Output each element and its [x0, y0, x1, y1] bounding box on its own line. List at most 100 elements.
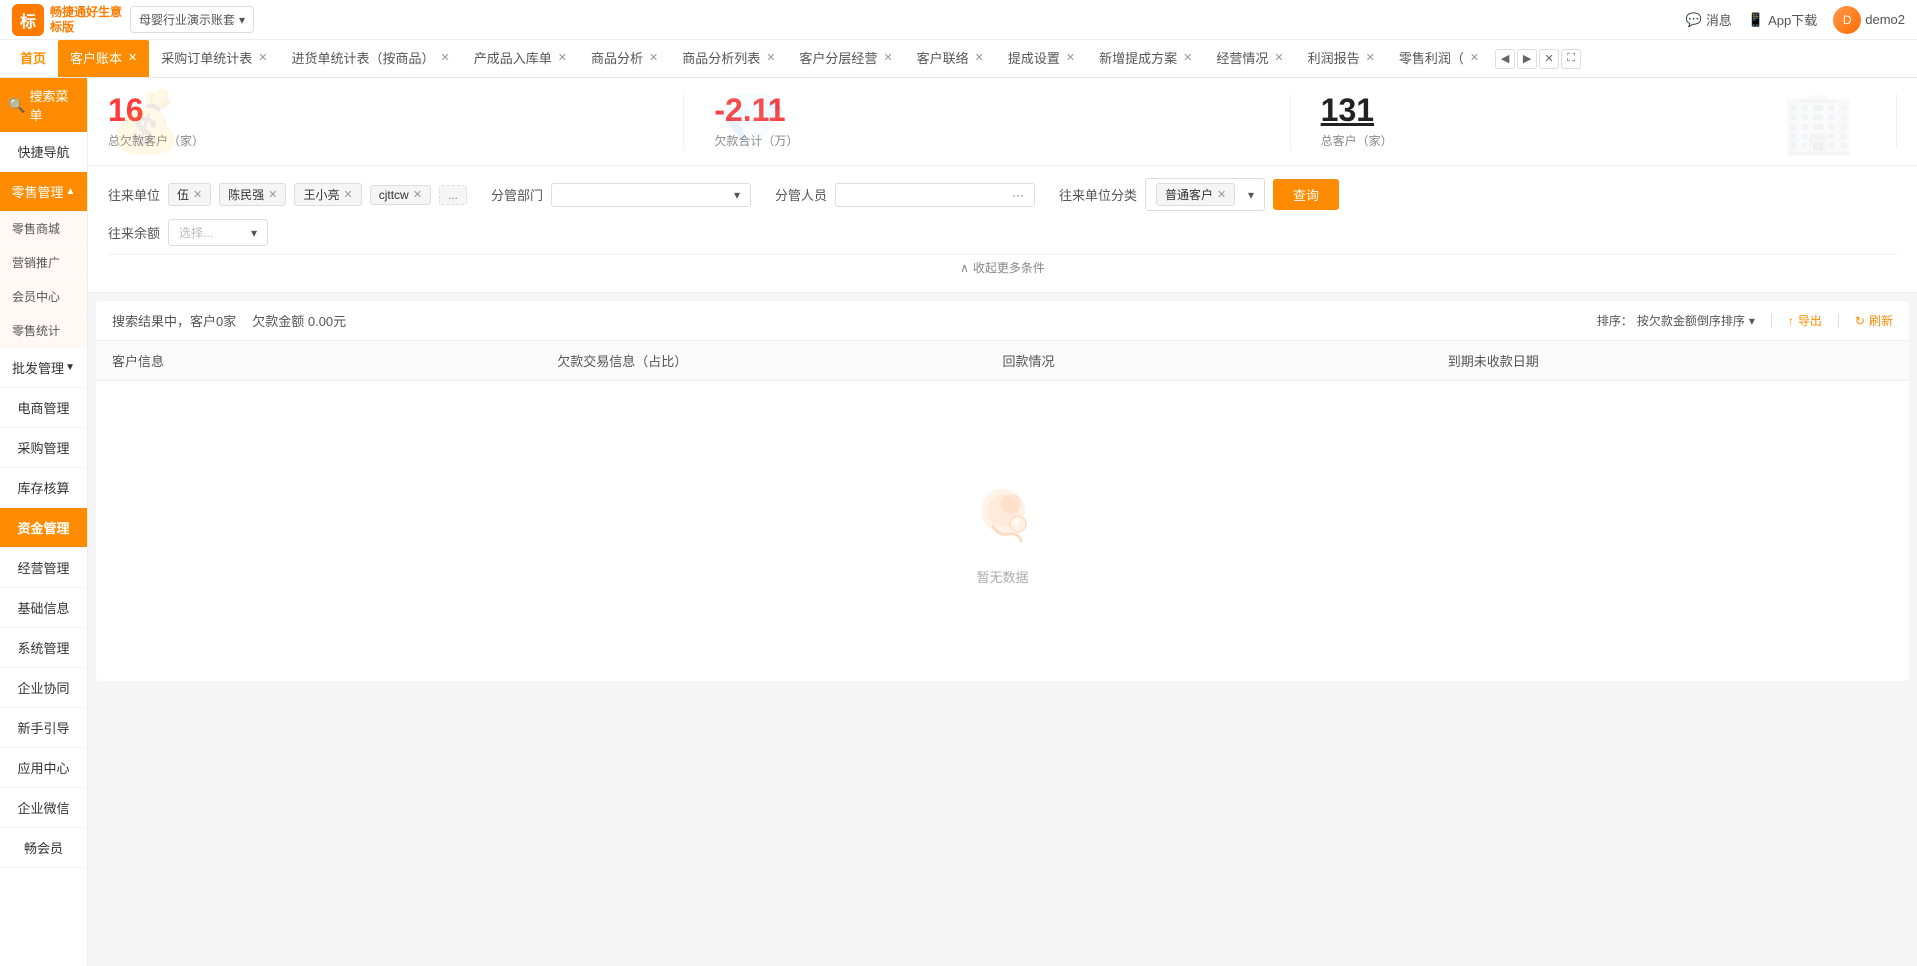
tab-close-icon[interactable]: ✕ [441, 51, 450, 64]
chevron-down-icon: ▾ [251, 226, 257, 240]
remove-category-tag-icon[interactable]: ✕ [1217, 188, 1226, 201]
sidebar-item-retail-stat[interactable]: 零售统计 [0, 314, 87, 348]
filter-tag-more[interactable]: ... [439, 185, 467, 205]
app-download-button[interactable]: 📱 App下载 [1748, 10, 1817, 29]
remove-tag-icon[interactable]: ✕ [193, 188, 202, 201]
collapse-button[interactable]: ∧ 收起更多条件 [948, 255, 1057, 280]
sidebar-item-purchase[interactable]: 采购管理 [0, 428, 87, 468]
message-button[interactable]: 💬 消息 [1686, 10, 1732, 29]
sidebar-item-member[interactable]: 会员中心 [0, 280, 87, 314]
col-header-due-date: 到期未收款日期 [1448, 351, 1893, 370]
sidebar-item-guide[interactable]: 新手引导 [0, 708, 87, 748]
sidebar-item-ecommerce[interactable]: 电商管理 [0, 388, 87, 428]
balance-input[interactable]: 选择... ▾ [168, 219, 268, 246]
person-select[interactable]: ··· [835, 183, 1035, 207]
filter-tag-unit3[interactable]: 王小亮 ✕ [294, 183, 361, 206]
stat-value-total: 131 [1321, 94, 1374, 126]
col-header-customer: 客户信息 [112, 351, 557, 370]
filter-tag-category[interactable]: 普通客户 ✕ [1156, 183, 1235, 206]
remove-tag-icon[interactable]: ✕ [268, 188, 277, 201]
filter-tag-unit4[interactable]: cjttcw ✕ [370, 185, 431, 205]
table-toolbar: 搜索结果中，客户0家 欠款金额 0.00元 排序： 按欠款金额倒序排序 ▾ ↑ … [96, 301, 1909, 341]
tab-add-commission[interactable]: 新增提成方案 ✕ [1087, 40, 1204, 78]
sidebar-item-wholesale[interactable]: 批发管理 ▼ [0, 348, 87, 388]
sidebar-item-retail[interactable]: 零售管理 ▲ [0, 172, 87, 212]
filter-tag-unit1[interactable]: 伍 ✕ [168, 183, 211, 206]
tab-account[interactable]: 客户账本 ✕ [58, 40, 149, 78]
nav-expand[interactable]: ⛶ [1561, 49, 1581, 69]
sidebar-item-system[interactable]: 系统管理 [0, 628, 87, 668]
export-icon: ↑ [1788, 314, 1794, 328]
tab-purchase-stat[interactable]: 采购订单统计表 ✕ [149, 40, 279, 78]
tab-close-icon[interactable]: ✕ [1470, 51, 1479, 64]
tab-retail-profit[interactable]: 零售利润（ ✕ [1387, 40, 1491, 78]
sidebar-item-finance[interactable]: 资金管理 [0, 508, 87, 548]
chevron-down-icon: ▾ [734, 188, 740, 202]
tab-close-icon[interactable]: ✕ [649, 51, 658, 64]
tab-operation[interactable]: 经营情况 ✕ [1204, 40, 1295, 78]
tab-close-icon[interactable]: ✕ [1366, 51, 1375, 64]
tab-goods-analysis[interactable]: 商品分析 ✕ [579, 40, 670, 78]
refresh-button[interactable]: ↻ 刷新 [1855, 312, 1893, 329]
sidebar-item-wechat[interactable]: 企业微信 [0, 788, 87, 828]
tab-close-icon[interactable]: ✕ [1066, 51, 1075, 64]
tab-close-icon[interactable]: ✕ [883, 51, 892, 64]
sort-select[interactable]: 排序： 按欠款金额倒序排序 ▾ [1597, 312, 1755, 329]
empty-illustration [963, 476, 1043, 559]
diamond-bg-icon: 💎 [714, 88, 789, 155]
table-body-empty: 暂无数据 [96, 381, 1909, 681]
sidebar-item-marketing[interactable]: 营销推广 [0, 246, 87, 280]
nav-close-all[interactable]: ✕ [1539, 49, 1559, 69]
remove-tag-icon[interactable]: ✕ [413, 188, 422, 201]
refresh-icon: ↻ [1855, 314, 1865, 328]
message-icon: 💬 [1686, 12, 1702, 28]
phone-icon: 📱 [1748, 12, 1764, 28]
divider [1771, 314, 1772, 328]
chevron-down-icon: ▾ [1248, 188, 1254, 202]
logo-icon: 标 [12, 4, 44, 36]
sidebar-item-app-center[interactable]: 应用中心 [0, 748, 87, 788]
account-dropdown[interactable]: 母婴行业演示账套 ▾ [130, 6, 254, 33]
tab-customer-contact[interactable]: 客户联络 ✕ [905, 40, 996, 78]
chevron-down-icon: ▾ [1749, 314, 1755, 328]
search-icon: 🔍 [8, 97, 25, 114]
stats-row: 💰 16 总欠款客户（家） 💎 -2.11 欠款合计（万） 🏢 131 总客户（… [88, 78, 1917, 166]
query-button[interactable]: 查询 [1273, 179, 1339, 210]
tab-close-icon[interactable]: ✕ [975, 51, 984, 64]
filter-tag-unit2[interactable]: 陈民强 ✕ [219, 183, 286, 206]
export-button[interactable]: ↑ 导出 [1788, 312, 1822, 329]
filter-row-2: 往来余额 选择... ▾ [108, 219, 1897, 246]
user-profile[interactable]: D demo2 [1833, 6, 1905, 34]
sidebar-item-retail-mall[interactable]: 零售商城 [0, 212, 87, 246]
tab-close-icon[interactable]: ✕ [558, 51, 567, 64]
tab-product-in[interactable]: 产成品入库单 ✕ [462, 40, 579, 78]
sidebar-item-enterprise[interactable]: 企业协同 [0, 668, 87, 708]
sidebar-search-button[interactable]: 🔍 搜索菜单 [0, 78, 87, 132]
tab-goods-stat[interactable]: 进货单统计表（按商品） ✕ [279, 40, 461, 78]
chevron-down-icon: ▼ [65, 362, 75, 373]
chevron-down-icon: ▾ [239, 13, 245, 27]
tab-close-icon[interactable]: ✕ [766, 51, 775, 64]
logo-area: 标 畅捷通好生意 标版 [12, 4, 122, 36]
sidebar-item-stock[interactable]: 库存核算 [0, 468, 87, 508]
nav-next-arrow[interactable]: ▶ [1517, 49, 1537, 69]
tab-commission-set[interactable]: 提成设置 ✕ [996, 40, 1087, 78]
nav-prev-arrow[interactable]: ◀ [1495, 49, 1515, 69]
remove-tag-icon[interactable]: ✕ [344, 188, 353, 201]
tab-close-icon[interactable]: ✕ [1274, 51, 1283, 64]
sidebar-item-chang-member[interactable]: 畅会员 [0, 828, 87, 868]
chevron-up-icon: ∧ [960, 261, 969, 275]
sidebar-item-operation[interactable]: 经营管理 [0, 548, 87, 588]
category-select[interactable]: 普通客户 ✕ ▾ [1145, 178, 1265, 211]
tab-goods-list[interactable]: 商品分析列表 ✕ [670, 40, 787, 78]
tab-profit[interactable]: 利润报告 ✕ [1296, 40, 1387, 78]
sidebar-item-quick-nav[interactable]: 快捷导航 [0, 132, 87, 172]
tab-close-icon[interactable]: ✕ [1183, 51, 1192, 64]
stat-label-total: 总客户（家） [1321, 132, 1393, 149]
tab-close-icon[interactable]: ✕ [258, 51, 267, 64]
dept-select[interactable]: ▾ [551, 183, 751, 207]
sidebar-item-base-info[interactable]: 基础信息 [0, 588, 87, 628]
tab-customer-layer[interactable]: 客户分层经营 ✕ [787, 40, 904, 78]
tab-close-icon[interactable]: ✕ [128, 51, 137, 64]
tab-home[interactable]: 首页 [8, 40, 58, 78]
